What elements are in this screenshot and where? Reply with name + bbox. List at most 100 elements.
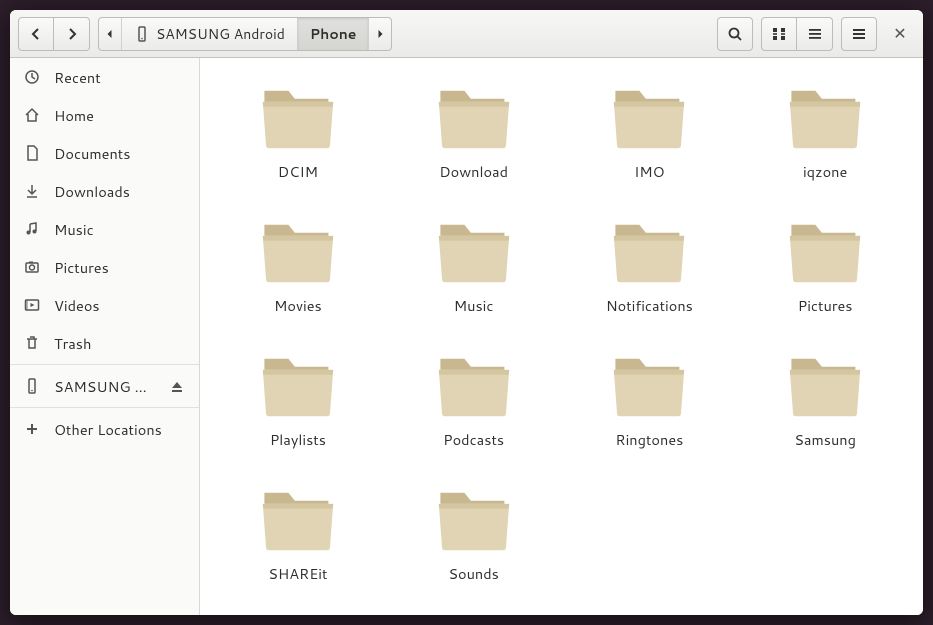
chevron-right-icon <box>64 26 80 42</box>
close-button[interactable]: ✕ <box>885 19 915 49</box>
sidebar-item-home[interactable]: Home <box>10 96 199 134</box>
folder-item[interactable]: IMO <box>582 78 718 182</box>
sidebar-item-documents[interactable]: Documents <box>10 134 199 172</box>
sidebar-item-videos[interactable]: Videos <box>10 286 199 324</box>
sidebar-label: Music <box>54 219 94 240</box>
file-manager-window: SAMSUNG Android Phone ✕ Recent Home Docu… <box>10 10 923 615</box>
folder-label: Playlists <box>270 429 326 450</box>
sidebar-item-pictures[interactable]: Pictures <box>10 248 199 286</box>
path-scroll-left[interactable] <box>99 18 122 50</box>
folder-icon <box>609 346 689 421</box>
sidebar-label: Downloads <box>54 181 130 202</box>
toolbar: SAMSUNG Android Phone ✕ <box>10 10 923 58</box>
folder-item[interactable]: Podcasts <box>406 346 542 450</box>
sidebar-item-downloads[interactable]: Downloads <box>10 172 199 210</box>
chevron-left-icon <box>28 26 44 42</box>
folder-label: Ringtones <box>615 429 683 450</box>
folder-icon <box>609 78 689 153</box>
path-segment-device[interactable]: SAMSUNG Android <box>122 18 298 50</box>
hamburger-menu-button[interactable] <box>841 17 877 51</box>
path-segment-current[interactable]: Phone <box>298 18 370 50</box>
folder-item[interactable]: Music <box>406 212 542 316</box>
sidebar-device-samsung[interactable]: SAMSUNG ... <box>10 367 199 405</box>
sidebar-item-trash[interactable]: Trash <box>10 324 199 362</box>
sidebar: Recent Home Documents Downloads Music Pi… <box>10 58 200 615</box>
folder-icon <box>434 480 514 555</box>
folder-icon <box>258 78 338 153</box>
folder-icon <box>785 78 865 153</box>
search-button[interactable] <box>717 17 753 51</box>
download-icon <box>24 183 40 199</box>
folder-item[interactable]: Movies <box>230 212 366 316</box>
phone-icon <box>134 26 150 42</box>
sidebar-label: Videos <box>54 295 100 316</box>
folder-label: IMO <box>634 161 664 182</box>
sidebar-label: Pictures <box>54 257 109 278</box>
video-icon <box>24 297 40 313</box>
folder-label: Sounds <box>448 563 498 584</box>
folder-icon <box>434 212 514 287</box>
folder-item[interactable]: SHAREit <box>230 480 366 584</box>
camera-icon <box>24 259 40 275</box>
triangle-left-icon <box>105 29 115 39</box>
folder-icon <box>258 480 338 555</box>
folder-item[interactable]: Playlists <box>230 346 366 450</box>
folder-item[interactable]: DCIM <box>230 78 366 182</box>
close-icon: ✕ <box>893 22 906 45</box>
folder-icon <box>609 212 689 287</box>
sidebar-label: Recent <box>54 67 101 88</box>
folder-icon <box>434 78 514 153</box>
forward-button[interactable] <box>54 17 90 51</box>
folder-item[interactable]: Download <box>406 78 542 182</box>
sidebar-other-locations[interactable]: Other Locations <box>10 410 199 448</box>
sidebar-label: Home <box>54 105 94 126</box>
folder-label: Pictures <box>798 295 853 316</box>
home-icon <box>24 107 40 123</box>
folder-item[interactable]: Notifications <box>582 212 718 316</box>
list-view-button[interactable] <box>797 17 833 51</box>
folder-label: Download <box>439 161 508 182</box>
sidebar-separator <box>10 407 199 408</box>
folder-item[interactable]: Pictures <box>757 212 893 316</box>
grid-icon <box>771 26 787 42</box>
sidebar-item-recent[interactable]: Recent <box>10 58 199 96</box>
plus-icon <box>24 421 40 437</box>
eject-icon[interactable] <box>169 378 185 394</box>
folder-label: Podcasts <box>443 429 504 450</box>
folder-item[interactable]: Samsung <box>757 346 893 450</box>
sidebar-label: Trash <box>54 333 91 354</box>
phone-icon <box>24 378 40 394</box>
triangle-right-icon <box>375 29 385 39</box>
folder-item[interactable]: iqzone <box>757 78 893 182</box>
icon-view-button[interactable] <box>761 17 797 51</box>
folder-item[interactable]: Sounds <box>406 480 542 584</box>
menu-icon <box>851 26 867 42</box>
document-icon <box>24 145 40 161</box>
sidebar-separator <box>10 364 199 365</box>
folder-label: Samsung <box>794 429 856 450</box>
music-icon <box>24 221 40 237</box>
folder-item[interactable]: Ringtones <box>582 346 718 450</box>
trash-icon <box>24 335 40 351</box>
folder-label: Notifications <box>606 295 693 316</box>
folder-label: Music <box>454 295 494 316</box>
search-icon <box>727 26 743 42</box>
folder-icon <box>258 212 338 287</box>
path-device-label: SAMSUNG Android <box>156 24 285 44</box>
path-scroll-right[interactable] <box>369 18 391 50</box>
back-button[interactable] <box>18 17 54 51</box>
path-current-label: Phone <box>310 24 357 44</box>
folder-icon <box>785 346 865 421</box>
folder-label: iqzone <box>803 161 847 182</box>
sidebar-item-music[interactable]: Music <box>10 210 199 248</box>
folder-label: Movies <box>274 295 322 316</box>
folder-label: SHAREit <box>268 563 327 584</box>
folder-icon <box>434 346 514 421</box>
sidebar-label: Documents <box>54 143 130 164</box>
folder-label: DCIM <box>278 161 318 182</box>
folder-icon <box>785 212 865 287</box>
content-area: DCIM Download IMO iqzone Movies Music Notifica… <box>200 58 923 615</box>
folder-grid: DCIM Download IMO iqzone Movies Music Notifica… <box>230 78 893 584</box>
folder-icon <box>258 346 338 421</box>
sidebar-label: SAMSUNG ... <box>54 376 147 397</box>
